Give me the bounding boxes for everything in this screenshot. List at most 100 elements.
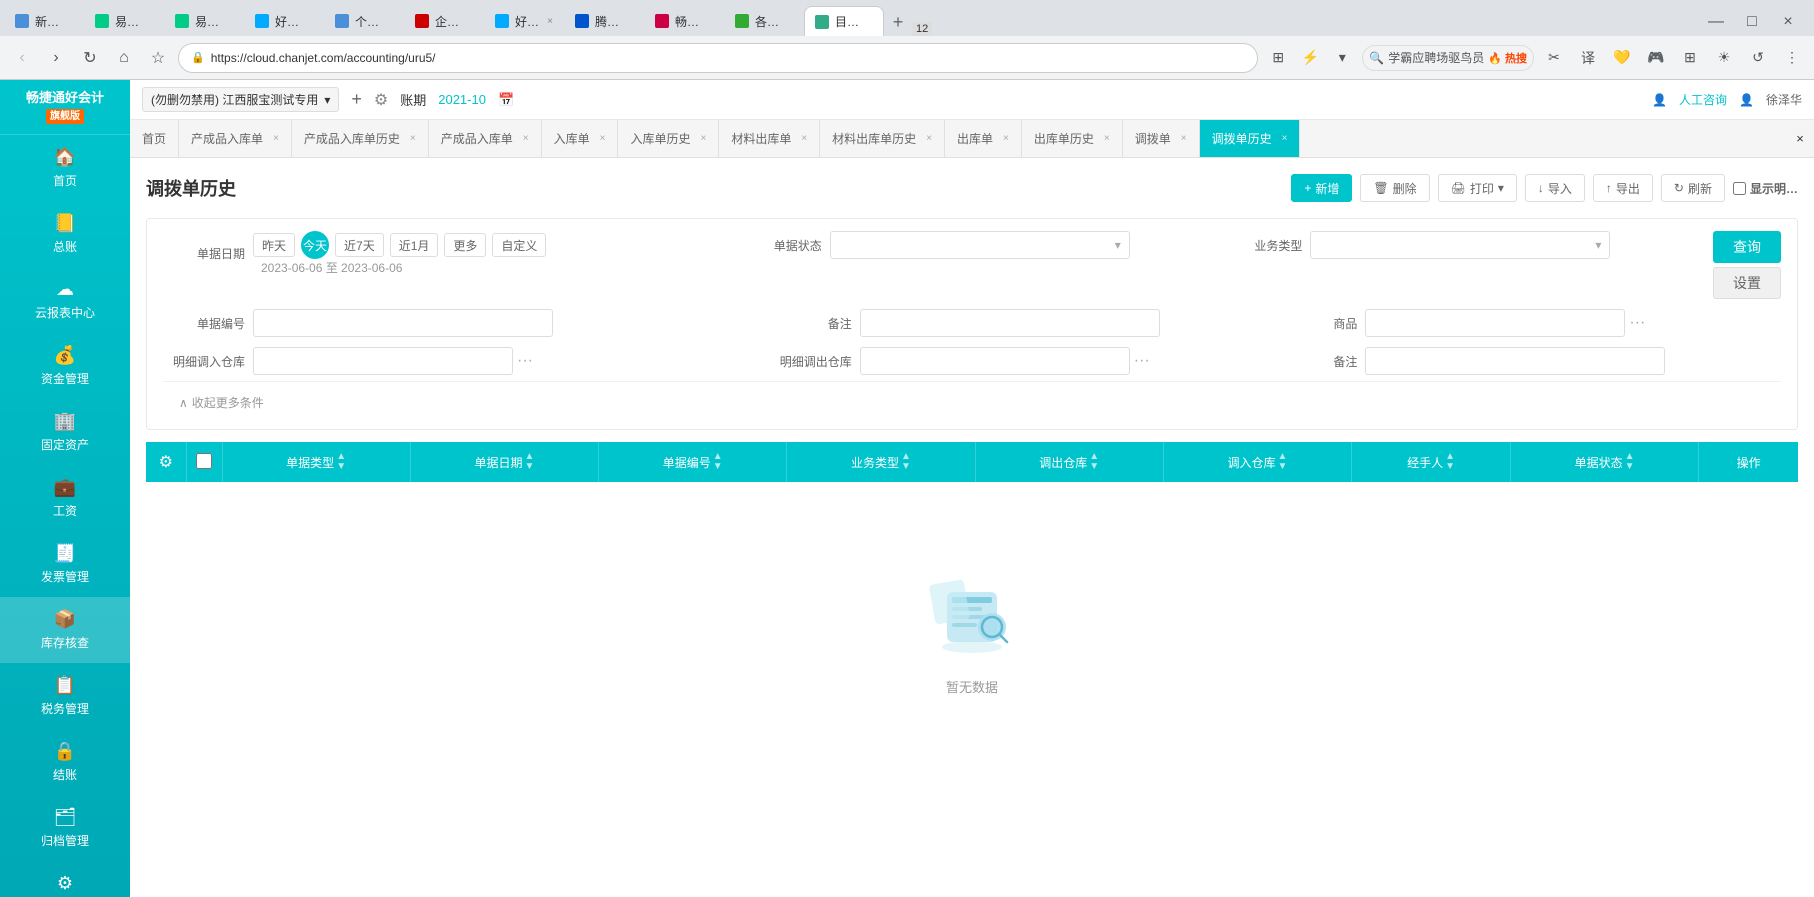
page-tab-close-1[interactable]: × [273,133,279,144]
sort-biztype[interactable]: 业务类型 ▲▼ [795,452,966,472]
page-tab-close-9[interactable]: × [1104,133,1110,144]
page-tab-8[interactable]: 出库单 × [945,120,1022,158]
new-tab-button[interactable]: + [884,8,912,36]
page-tab-close-8[interactable]: × [1003,133,1009,144]
page-tab-11[interactable]: 调拨单历史 × [1200,120,1301,158]
browser-tab-6[interactable]: 企… [404,6,484,36]
remark-input[interactable] [860,309,1160,337]
translate-button[interactable]: 译 [1574,44,1602,72]
goods-dots[interactable]: ··· [1629,314,1645,332]
select-all-checkbox[interactable] [196,453,212,469]
sort-date[interactable]: 单据日期 ▲▼ [419,452,590,472]
page-tab-9[interactable]: 出库单历史 × [1022,120,1123,158]
from-warehouse-input[interactable] [253,347,513,375]
page-tab-7[interactable]: 材料出库单历史 × [820,120,945,158]
sidebar-item-funds[interactable]: 💰 资金管理 [0,333,130,399]
page-tab-3[interactable]: 产成品入库单 × [429,120,542,158]
7days-button[interactable]: 近7天 [335,233,384,257]
show-full-checkbox[interactable] [1733,182,1746,195]
company-selector[interactable]: (勿删勿禁用) 江西服宝测试专用 ▾ [142,87,339,112]
from-warehouse-dots[interactable]: ··· [517,352,533,370]
browser-tab-1[interactable]: 新… [4,6,84,36]
browser-tab-11[interactable]: 目… [804,6,884,36]
sidebar-item-home[interactable]: 🏠 首页 [0,135,130,201]
sidebar-item-reports[interactable]: ☁ 云报表中心 [0,267,130,333]
browser-tab-3[interactable]: 易… [164,6,244,36]
browser-tab-8[interactable]: 腾… [564,6,644,36]
menu-dropdown-button[interactable]: ▾ [1328,44,1356,72]
forward-button[interactable]: › [42,44,70,72]
grid-button[interactable]: ⊞ [1676,44,1704,72]
page-tab-1[interactable]: 产成品入库单 × [179,120,292,158]
page-tab-close-2[interactable]: × [410,133,416,144]
browser-tab-5[interactable]: 个… [324,6,404,36]
page-tab-close-11[interactable]: × [1282,133,1288,144]
sidebar-item-ledger[interactable]: 📒 总账 [0,201,130,267]
page-tab-4[interactable]: 入库单 × [542,120,619,158]
import-button[interactable]: ↓ 导入 [1525,174,1585,202]
company-settings-button[interactable]: ⚙ [374,90,388,110]
biztype-select[interactable]: ▾ [1310,231,1610,259]
sidebar-item-assets[interactable]: 🏢 固定资产 [0,399,130,465]
page-tab-10[interactable]: 调拨单 × [1123,120,1200,158]
bookmark-button[interactable]: ☆ [144,44,172,72]
page-tab-2[interactable]: 产成品入库单历史 × [292,120,429,158]
brightness-button[interactable]: ☀ [1710,44,1738,72]
sidebar-item-closing[interactable]: 🔒 结账 [0,729,130,795]
custom-button[interactable]: 自定义 [492,233,546,257]
table-settings-button[interactable]: ⚙ [159,452,173,472]
more-button[interactable]: 更多 [444,233,486,257]
1month-button[interactable]: 近1月 [390,233,439,257]
close-browser-button[interactable]: × [1774,8,1802,36]
detail-remark-input[interactable] [1365,347,1665,375]
print-button[interactable]: 🖨 打印 ▾ [1438,174,1517,202]
page-tab-close-10[interactable]: × [1181,133,1187,144]
calendar-icon[interactable]: 📅 [498,92,514,108]
sidebar-item-tax[interactable]: 📋 税务管理 [0,663,130,729]
sort-to-warehouse[interactable]: 调入仓库 ▲▼ [1172,452,1343,472]
wallet-button[interactable]: 💛 [1608,44,1636,72]
number-input[interactable] [253,309,553,337]
page-tab-close-5[interactable]: × [700,133,706,144]
scissors-button[interactable]: ✂ [1540,44,1568,72]
home-button[interactable]: ⌂ [110,44,138,72]
yesterday-button[interactable]: 昨天 [253,233,295,257]
lightning-button[interactable]: ⚡ [1296,44,1324,72]
page-tab-close-7[interactable]: × [926,133,932,144]
sort-number[interactable]: 单据编号 ▲▼ [607,452,778,472]
query-button[interactable]: 查询 [1713,231,1781,263]
page-tab-close-4[interactable]: × [600,133,606,144]
browser-tab-7[interactable]: 好… × [484,6,564,36]
more-button[interactable]: ⋮ [1778,44,1806,72]
page-tab-5[interactable]: 入库单历史 × [618,120,719,158]
sidebar-item-invoice[interactable]: 🧾 发票管理 [0,531,130,597]
browser-tab-2[interactable]: 易… [84,6,164,36]
export-button[interactable]: ↑ 导出 [1593,174,1653,202]
sidebar-item-salary[interactable]: 💼 工资 [0,465,130,531]
goods-input[interactable] [1365,309,1625,337]
user-name[interactable]: 徐泽华 [1766,91,1802,108]
browser-tab-4[interactable]: 好… [244,6,324,36]
page-tab-close-3[interactable]: × [523,133,529,144]
show-full-checkbox-label[interactable]: 显示明… [1733,174,1798,202]
game-button[interactable]: 🎮 [1642,44,1670,72]
sort-type[interactable]: 单据类型 ▲▼ [231,452,402,472]
tab-close-7[interactable]: × [547,16,553,27]
browser-tab-10[interactable]: 各… [724,6,804,36]
extensions-button[interactable]: ⊞ [1264,44,1292,72]
to-warehouse-dots[interactable]: ··· [1134,352,1150,370]
today-button[interactable]: 今天 [301,231,329,259]
collapse-button[interactable]: ∧ 收起更多条件 [163,388,1781,417]
minimize-button[interactable]: — [1702,8,1730,36]
sidebar-item-archive[interactable]: 🗂 归档管理 [0,795,130,861]
undo-button[interactable]: ↺ [1744,44,1772,72]
sidebar-item-inventory[interactable]: 📦 库存核查 [0,597,130,663]
back-button[interactable]: ‹ [8,44,36,72]
add-company-button[interactable]: + [351,89,362,110]
address-bar[interactable]: 🔒 https://cloud.chanjet.com/accounting/u… [178,43,1258,73]
tab-bar-close-button[interactable]: × [1786,120,1814,158]
reload-button[interactable]: ↻ [76,44,104,72]
sidebar-item-basic[interactable]: ⚙ 基础设置 [0,861,130,897]
sort-status[interactable]: 单据状态 ▲▼ [1519,452,1690,472]
browser-tab-9[interactable]: 畅… [644,6,724,36]
